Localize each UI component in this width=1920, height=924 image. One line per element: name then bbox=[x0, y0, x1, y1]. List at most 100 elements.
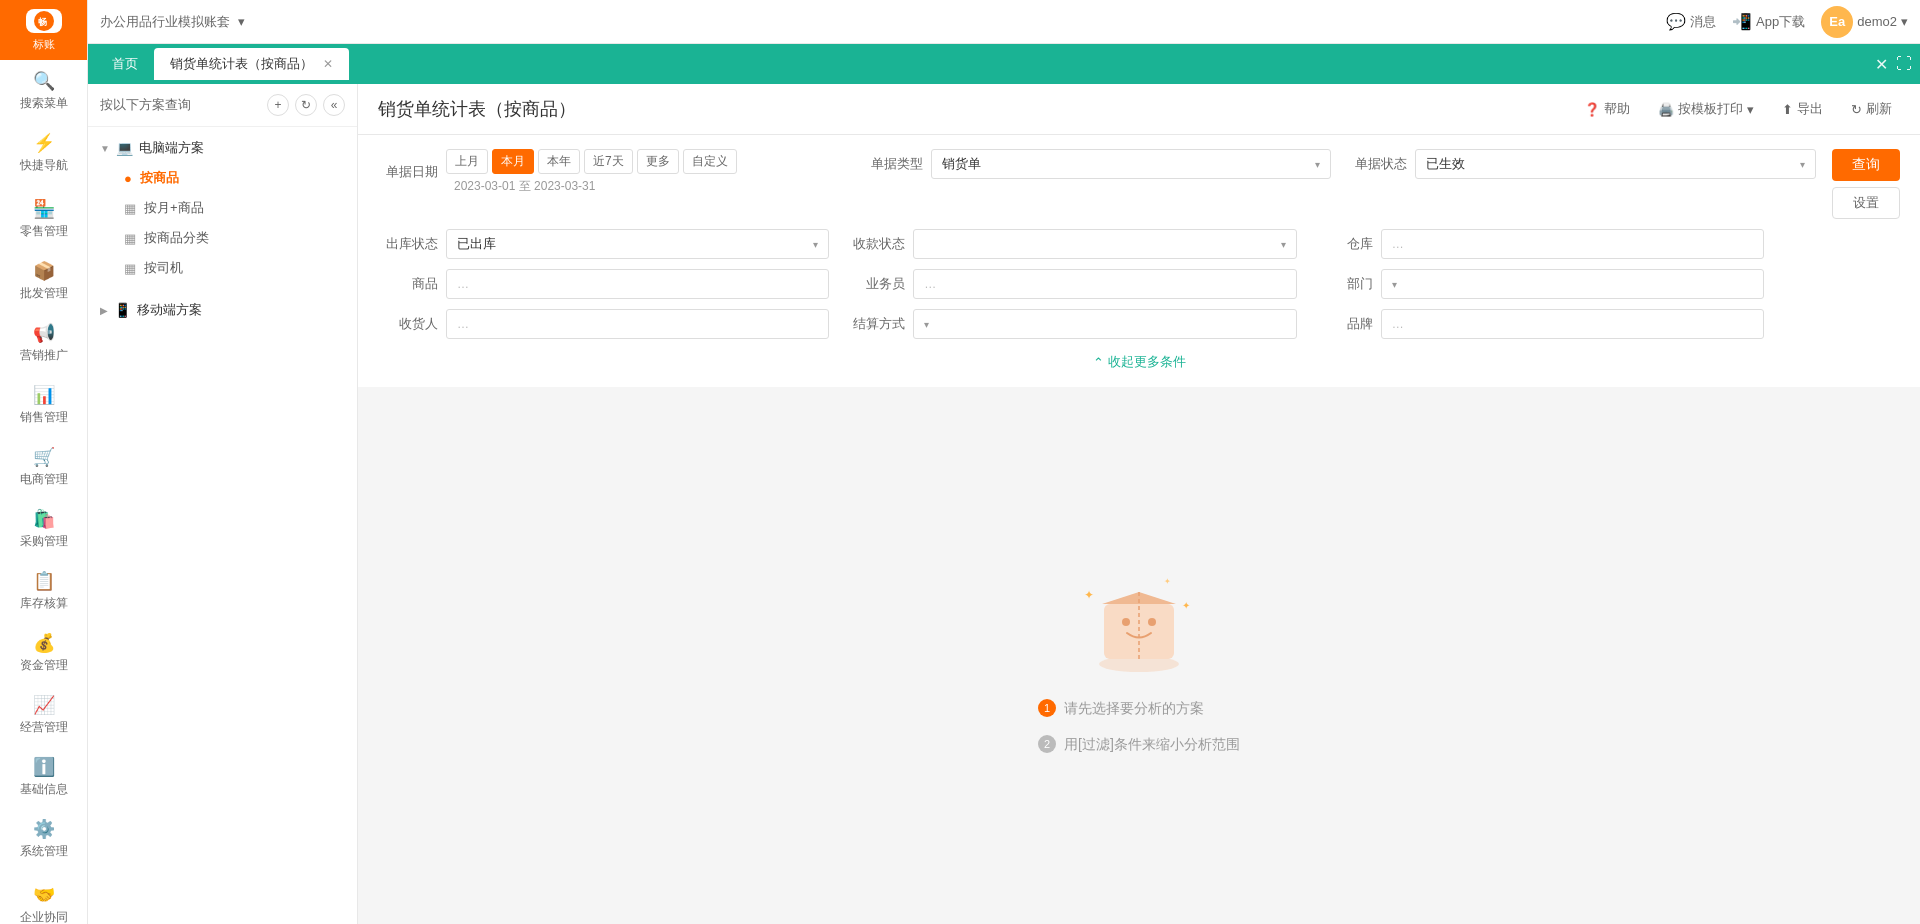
tree-item-by-cashier[interactable]: ▦ 按司机 bbox=[88, 253, 357, 283]
date-btn-custom[interactable]: 自定义 bbox=[683, 149, 737, 174]
help-btn[interactable]: ❓ 帮助 bbox=[1576, 96, 1638, 122]
sales-report-tab-label: 销货单统计表（按商品） bbox=[170, 55, 313, 73]
salesperson-dots-icon: … bbox=[924, 277, 936, 291]
department-label: 部门 bbox=[1313, 275, 1373, 293]
payment-method-label: 结算方式 bbox=[845, 315, 905, 333]
industry-arrow[interactable]: ▾ bbox=[238, 14, 245, 29]
sidebar-item-label: 销售管理 bbox=[20, 409, 68, 426]
sidebar-item-search[interactable]: 🔍 搜索菜单 bbox=[0, 60, 87, 122]
date-filter-field: 单据日期 上月 本月 本年 近7天 更多 自定义 2023-03-01 至 20… bbox=[378, 149, 847, 195]
doc-type-input[interactable]: 销货单 ▾ bbox=[931, 149, 1332, 179]
message-icon: 💬 bbox=[1666, 12, 1686, 31]
sidebar-item-quick-nav[interactable]: ⚡ 快捷导航 bbox=[0, 122, 87, 184]
topbar: 办公用品行业模拟账套 ▾ 💬 消息 📲 App下载 Ea demo2 ▾ bbox=[88, 0, 1920, 44]
storage-input[interactable]: … bbox=[1381, 229, 1764, 259]
operation-icon: 📈 bbox=[33, 694, 55, 716]
by-category-icon: ▦ bbox=[124, 231, 136, 246]
sidebar-item-inventory[interactable]: 📋 库存核算 bbox=[0, 560, 87, 622]
refresh-scheme-btn[interactable]: ↻ bbox=[295, 94, 317, 116]
tab-home[interactable]: 首页 bbox=[96, 48, 154, 80]
brand-filter-field: 品牌 … bbox=[1313, 309, 1764, 339]
sidebar-item-finance[interactable]: 💰 资金管理 bbox=[0, 622, 87, 684]
svg-text:✦: ✦ bbox=[1084, 588, 1094, 602]
sidebar-item-label: 搜索菜单 bbox=[20, 95, 68, 112]
refresh-btn[interactable]: ↻ 刷新 bbox=[1843, 96, 1900, 122]
sidebar-item-basic[interactable]: ℹ️ 基础信息 bbox=[0, 746, 87, 808]
warehouse-input[interactable]: 已出库 ▾ bbox=[446, 229, 829, 259]
department-input[interactable]: ▾ bbox=[1381, 269, 1764, 299]
by-product-label: 按商品 bbox=[140, 169, 179, 187]
setting-button[interactable]: 设置 bbox=[1832, 187, 1900, 219]
svg-text:畅: 畅 bbox=[38, 17, 47, 27]
date-btn-more[interactable]: 更多 bbox=[637, 149, 679, 174]
sidebar-item-retail[interactable]: 🏪 零售管理 bbox=[0, 188, 87, 250]
message-btn[interactable]: 💬 消息 bbox=[1666, 12, 1716, 31]
collapse-panel-btn[interactable]: « bbox=[323, 94, 345, 116]
tree-item-by-month-product[interactable]: ▦ 按月+商品 bbox=[88, 193, 357, 223]
sidebar-item-marketing[interactable]: 📢 营销推广 bbox=[0, 312, 87, 374]
finance-icon: 💰 bbox=[33, 632, 55, 654]
wholesale-icon: 📦 bbox=[33, 260, 55, 282]
tab-sales-report[interactable]: 销货单统计表（按商品） ✕ bbox=[154, 48, 349, 80]
tree-item-by-category[interactable]: ▦ 按商品分类 bbox=[88, 223, 357, 253]
page-header: 销货单统计表（按商品） ❓ 帮助 🖨️ 按模板打印 ▾ ⬆ 导出 bbox=[358, 84, 1920, 135]
warehouse-filter-field: 出库状态 已出库 ▾ bbox=[378, 229, 829, 259]
payment-method-input[interactable]: ▾ bbox=[913, 309, 1296, 339]
print-btn[interactable]: 🖨️ 按模板打印 ▾ bbox=[1650, 96, 1762, 122]
brand-input[interactable]: … bbox=[1381, 309, 1764, 339]
tree-item-by-product[interactable]: ● 按商品 bbox=[88, 163, 357, 193]
consignee-input[interactable]: … bbox=[446, 309, 829, 339]
sidebar-item-label: 采购管理 bbox=[20, 533, 68, 550]
export-btn[interactable]: ⬆ 导出 bbox=[1774, 96, 1831, 122]
filter-section: 单据日期 上月 本月 本年 近7天 更多 自定义 2023-03-01 至 20… bbox=[358, 135, 1920, 387]
warehouse-arrow-icon: ▾ bbox=[813, 239, 818, 250]
salesperson-input[interactable]: … bbox=[913, 269, 1296, 299]
salesperson-label: 业务员 bbox=[845, 275, 905, 293]
help-label: 帮助 bbox=[1604, 100, 1630, 118]
date-btn-last-month[interactable]: 上月 bbox=[446, 149, 488, 174]
tip2-text: 用[过滤]条件来缩小分析范围 bbox=[1064, 730, 1240, 758]
sidebar-item-wholesale[interactable]: 📦 批发管理 bbox=[0, 250, 87, 312]
sidebar-item-enterprise[interactable]: 🤝 企业协同 bbox=[0, 874, 87, 924]
tree-parent-mobile[interactable]: ▶ 📱 移动端方案 bbox=[88, 295, 357, 325]
sidebar-item-sales[interactable]: 📊 销售管理 bbox=[0, 374, 87, 436]
refresh-label: 刷新 bbox=[1866, 100, 1892, 118]
date-btn-last-7-days[interactable]: 近7天 bbox=[584, 149, 633, 174]
filter-collapse-btn[interactable]: ⌃ 收起更多条件 bbox=[378, 347, 1900, 373]
tab-close-icon[interactable]: ✕ bbox=[323, 57, 333, 71]
page-header-actions: ❓ 帮助 🖨️ 按模板打印 ▾ ⬆ 导出 ↻ 刷新 bbox=[1576, 96, 1900, 122]
sidebar-item-system[interactable]: ⚙️ 系统管理 bbox=[0, 808, 87, 870]
mobile-icon: 📱 bbox=[114, 302, 131, 318]
tab-close-all-icon[interactable]: ✕ bbox=[1875, 55, 1888, 74]
tabbar: 首页 销货单统计表（按商品） ✕ ✕ ⛶ bbox=[88, 44, 1920, 84]
app-download-btn[interactable]: 📲 App下载 bbox=[1732, 12, 1805, 31]
sidebar-item-purchase[interactable]: 🛍️ 采购管理 bbox=[0, 498, 87, 560]
mobile-label: 移动端方案 bbox=[137, 301, 202, 319]
doc-status-input[interactable]: 已生效 ▾ bbox=[1415, 149, 1816, 179]
by-month-product-icon: ▦ bbox=[124, 201, 136, 216]
user-profile[interactable]: Ea demo2 ▾ bbox=[1821, 6, 1908, 38]
sidebar-item-operation[interactable]: 📈 经营管理 bbox=[0, 684, 87, 746]
product-filter-field: 商品 … bbox=[378, 269, 829, 299]
sidebar-item-ecommerce[interactable]: 🛒 电商管理 bbox=[0, 436, 87, 498]
by-cashier-label: 按司机 bbox=[144, 259, 183, 277]
tab-maximize-icon[interactable]: ⛶ bbox=[1896, 55, 1912, 73]
storage-label: 仓库 bbox=[1313, 235, 1373, 253]
date-btn-this-year[interactable]: 本年 bbox=[538, 149, 580, 174]
home-tab-label: 首页 bbox=[112, 55, 138, 73]
page-title: 销货单统计表（按商品） bbox=[378, 97, 576, 121]
date-btn-this-month[interactable]: 本月 bbox=[492, 149, 534, 174]
right-panel: 销货单统计表（按商品） ❓ 帮助 🖨️ 按模板打印 ▾ ⬆ 导出 bbox=[358, 84, 1920, 924]
sidebar-item-label: 企业协同 bbox=[20, 909, 68, 924]
warehouse-label: 出库状态 bbox=[378, 235, 438, 253]
payment-input[interactable]: ▾ bbox=[913, 229, 1296, 259]
sidebar-item-label: 电商管理 bbox=[20, 471, 68, 488]
tree-parent-desktop[interactable]: ▼ 💻 电脑端方案 bbox=[88, 133, 357, 163]
product-input[interactable]: … bbox=[446, 269, 829, 299]
main-area: 办公用品行业模拟账套 ▾ 💬 消息 📲 App下载 Ea demo2 ▾ 首 bbox=[88, 0, 1920, 924]
user-name: demo2 bbox=[1857, 14, 1897, 29]
query-button[interactable]: 查询 bbox=[1832, 149, 1900, 181]
add-scheme-btn[interactable]: + bbox=[267, 94, 289, 116]
doc-status-arrow-icon: ▾ bbox=[1800, 159, 1805, 170]
warehouse-value: 已出库 bbox=[457, 235, 496, 253]
